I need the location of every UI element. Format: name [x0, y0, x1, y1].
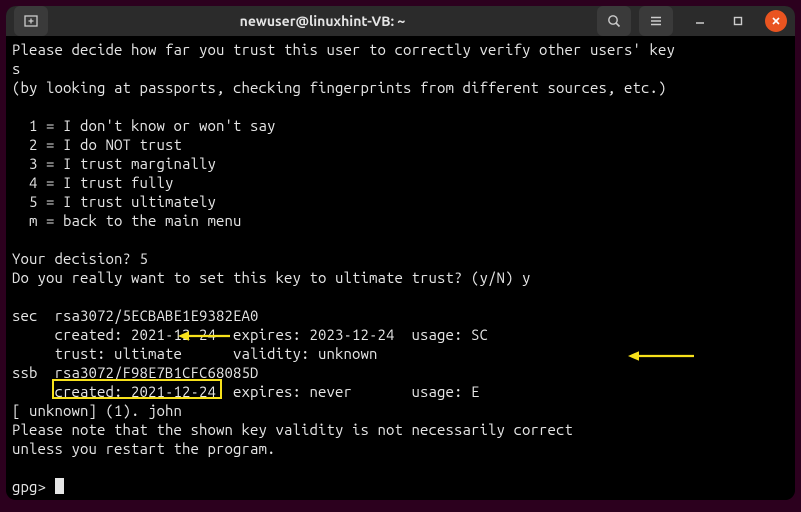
- terminal-line: 1 = I don't know or won't say: [12, 116, 789, 135]
- terminal-line: trust: ultimate validity: unknown: [12, 344, 789, 363]
- terminal-line: 4 = I trust fully: [12, 173, 789, 192]
- window-title: newuser@linuxhint-VB: ~: [56, 13, 589, 29]
- prompt-text: gpg>: [12, 478, 55, 495]
- terminal-line: m = back to the main menu: [12, 211, 789, 230]
- terminal-line: 5 = I trust ultimately: [12, 192, 789, 211]
- minimize-icon: [695, 16, 705, 26]
- search-button[interactable]: [597, 6, 631, 36]
- terminal-line: Please decide how far you trust this use…: [12, 40, 789, 59]
- terminal-line: s: [12, 59, 789, 78]
- close-icon: [771, 16, 781, 26]
- new-tab-icon: [23, 13, 39, 29]
- terminal-line: (by looking at passports, checking finge…: [12, 78, 789, 97]
- terminal-line: created: 2021-12-24 expires: 2023-12-24 …: [12, 325, 789, 344]
- new-tab-button[interactable]: [14, 6, 48, 36]
- search-icon: [606, 13, 622, 29]
- hamburger-icon: [648, 13, 664, 29]
- maximize-icon: [733, 16, 743, 26]
- cursor: [55, 478, 64, 494]
- terminal-window: newuser@linuxhint-VB: ~ Please decide ho…: [6, 6, 795, 500]
- terminal-line: Please note that the shown key validity …: [12, 420, 789, 439]
- terminal-line: 3 = I trust marginally: [12, 154, 789, 173]
- terminal-line: unless you restart the program.: [12, 439, 789, 458]
- terminal-line: 2 = I do NOT trust: [12, 135, 789, 154]
- terminal-line: ssb rsa3072/F98E7B1CFC68085D: [12, 363, 789, 382]
- terminal-line: [12, 458, 789, 477]
- titlebar: newuser@linuxhint-VB: ~: [6, 6, 795, 36]
- terminal-output[interactable]: Please decide how far you trust this use…: [6, 36, 795, 500]
- terminal-line: created: 2021-12-24 expires: never usage…: [12, 382, 789, 401]
- terminal-line: sec rsa3072/5ECBABE1E9382EA0: [12, 306, 789, 325]
- terminal-prompt-line[interactable]: gpg>: [12, 477, 789, 496]
- maximize-button[interactable]: [727, 10, 749, 32]
- terminal-line: [12, 230, 789, 249]
- menu-button[interactable]: [639, 6, 673, 36]
- terminal-line: Your decision? 5: [12, 249, 789, 268]
- terminal-line: [ unknown] (1). john: [12, 401, 789, 420]
- titlebar-right: [597, 6, 787, 36]
- terminal-line: [12, 97, 789, 116]
- close-button[interactable]: [765, 10, 787, 32]
- terminal-line: [12, 287, 789, 306]
- terminal-line: Do you really want to set this key to ul…: [12, 268, 789, 287]
- minimize-button[interactable]: [689, 10, 711, 32]
